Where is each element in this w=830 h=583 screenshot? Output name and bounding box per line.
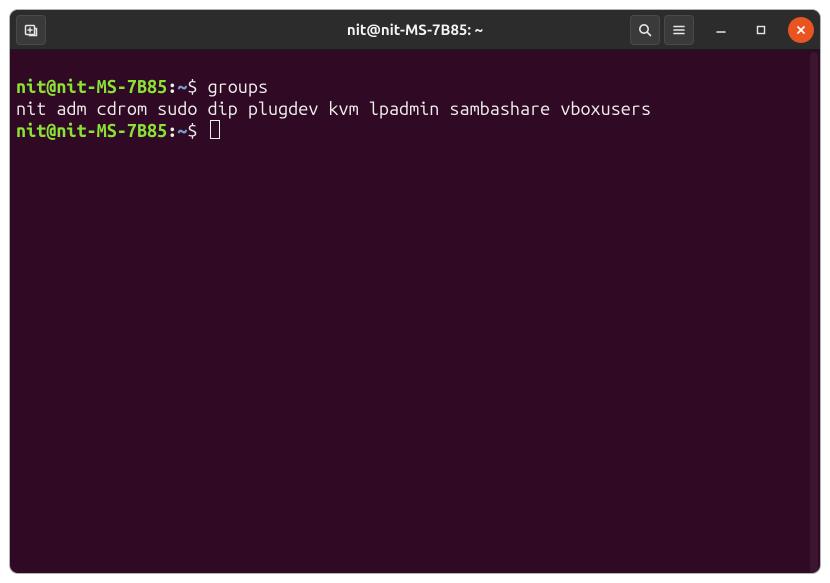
new-tab-icon [23, 22, 39, 38]
minimize-button[interactable] [708, 17, 734, 43]
prompt-symbol: $ [187, 121, 207, 141]
search-icon [637, 22, 653, 38]
prompt-user-host: nit@nit-MS-7B85 [16, 77, 167, 97]
new-tab-button[interactable] [16, 15, 46, 45]
minimize-icon [715, 24, 727, 36]
terminal-line-2: nit@nit-MS-7B85:~$ [16, 121, 220, 141]
titlebar-left [16, 15, 46, 45]
maximize-button[interactable] [748, 17, 774, 43]
prompt-colon: : [167, 77, 177, 97]
hamburger-icon [671, 22, 687, 38]
titlebar: nit@nit-MS-7B85: ~ [10, 10, 820, 50]
terminal-body[interactable]: nit@nit-MS-7B85:~$ groups nit adm cdrom … [10, 50, 820, 573]
prompt-symbol: $ [187, 77, 207, 97]
terminal-window: nit@nit-MS-7B85: ~ [10, 10, 820, 573]
scrollbar-thumb[interactable] [810, 52, 818, 573]
titlebar-right [630, 15, 814, 45]
scrollbar[interactable] [808, 50, 820, 573]
menu-button[interactable] [664, 15, 694, 45]
close-button[interactable] [788, 17, 814, 43]
prompt-path: ~ [177, 121, 187, 141]
search-button[interactable] [630, 15, 660, 45]
prompt-path: ~ [177, 77, 187, 97]
command-text: groups [208, 77, 268, 97]
prompt-user-host: nit@nit-MS-7B85 [16, 121, 167, 141]
output-line: nit adm cdrom sudo dip plugdev kvm lpadm… [16, 99, 651, 119]
cursor [210, 120, 220, 139]
prompt-colon: : [167, 121, 177, 141]
maximize-icon [755, 24, 767, 36]
close-icon [795, 24, 807, 36]
terminal-line-1: nit@nit-MS-7B85:~$ groups [16, 77, 268, 97]
